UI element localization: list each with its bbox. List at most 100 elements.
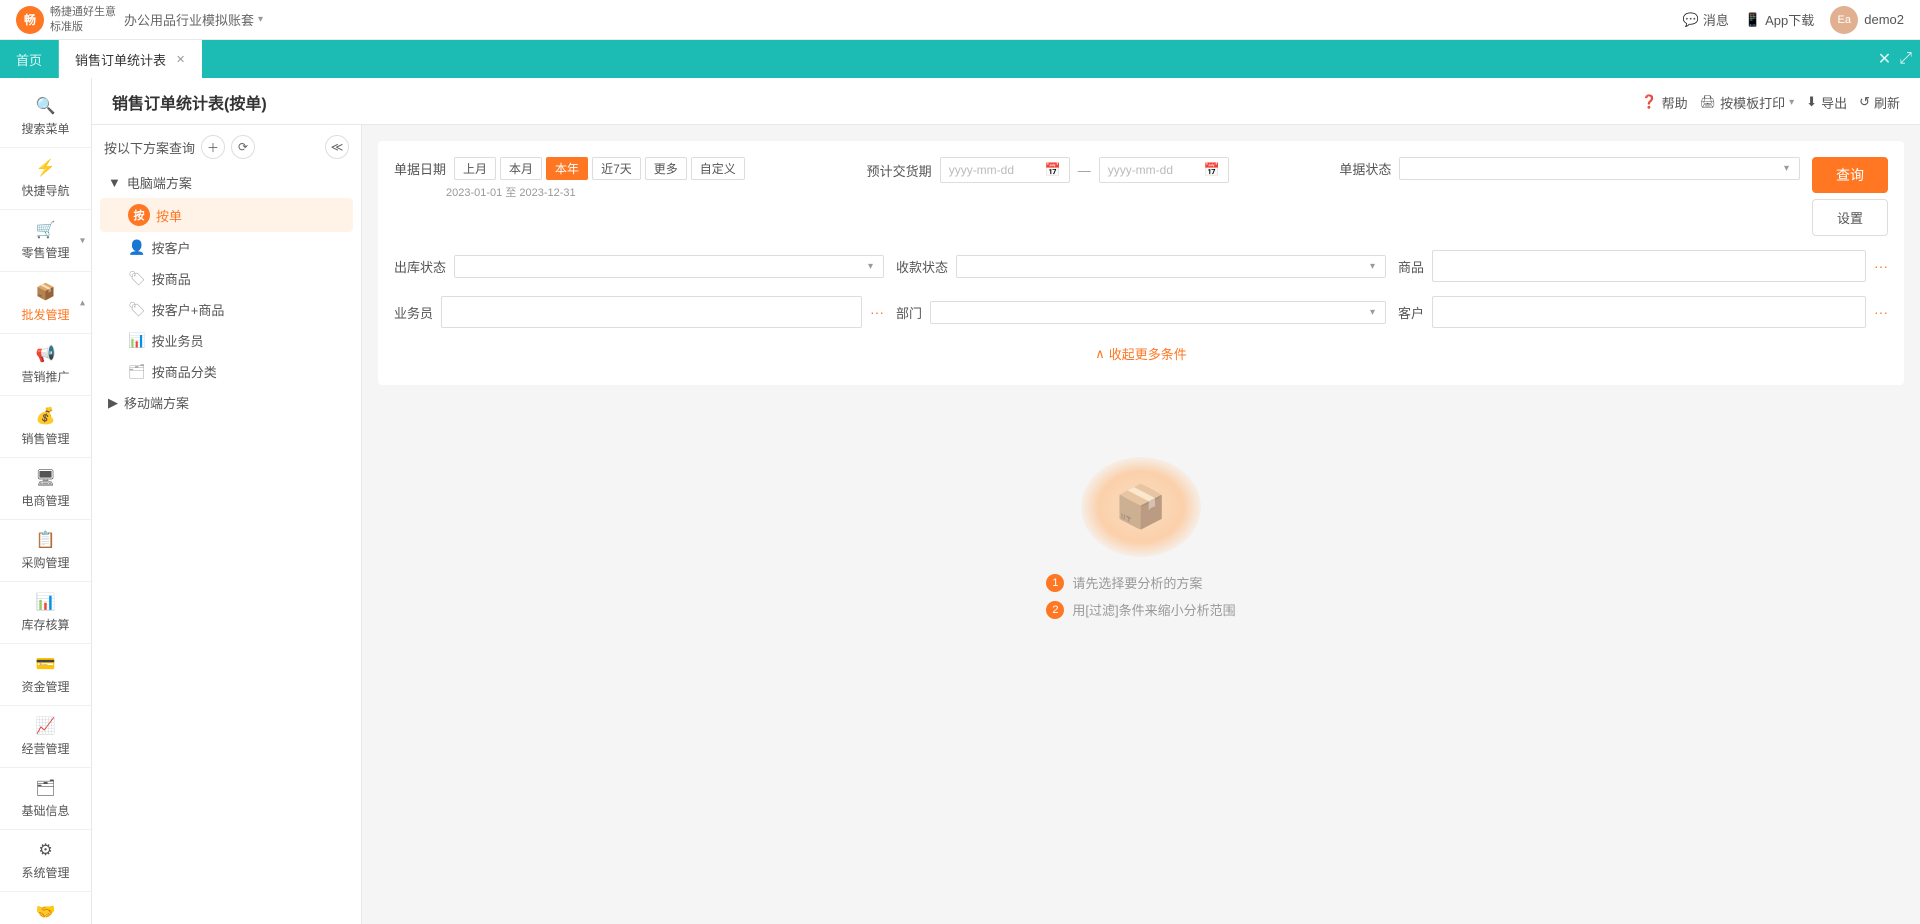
sales-icon: 💰 xyxy=(36,406,56,426)
sidebar-item-search[interactable]: 🔍 搜索菜单 xyxy=(0,86,91,148)
tree-child-by-customer-product[interactable]: 🏷 按客户+商品 xyxy=(100,294,353,325)
tab-close-all-icon[interactable]: ✕ xyxy=(1878,49,1891,69)
filter-row-3: 业务员 ··· 部门 ▾ 客户 xyxy=(394,296,1888,328)
tree-child-by-customer[interactable]: 👤 按客户 xyxy=(100,232,353,263)
product-input[interactable] xyxy=(1432,250,1866,282)
delivery-start-input[interactable]: yyyy-mm-dd 📅 xyxy=(940,157,1070,183)
logo-area: 畅 畅捷通好生意 标准版 xyxy=(16,5,116,34)
left-panel: 按以下方案查询 ＋ ⟳ ≪ ▼ 电脑端方案 按 按单 xyxy=(92,125,362,924)
delivery-end-input[interactable]: yyyy-mm-dd 📅 xyxy=(1099,157,1229,183)
right-panel: 单据日期 上月 本月 本年 近7天 更多 自定义 xyxy=(362,125,1920,924)
filter-group-product: 商品 ··· xyxy=(1398,250,1888,282)
tab-expand-icon[interactable]: ⤢ xyxy=(1899,50,1912,68)
date-range-dash: — xyxy=(1078,163,1091,178)
filter-row-1: 单据日期 上月 本月 本年 近7天 更多 自定义 xyxy=(394,157,1888,236)
product-label: 商品 xyxy=(1398,257,1424,276)
empty-illustration: 📦 xyxy=(1081,457,1201,557)
empty-illustration-wrapper: 📦 xyxy=(1081,457,1201,557)
page-title-row: 销售订单统计表(按单) ❓ 帮助 🖨 按模板打印 ▾ ⬇ 导出 xyxy=(112,90,1900,124)
filter-group-customer: 客户 ··· xyxy=(1398,296,1888,328)
sidebar-item-retail[interactable]: 🛒 零售管理 ▾ xyxy=(0,210,91,272)
tab-home[interactable]: 首页 xyxy=(0,40,59,78)
system-icon: ⚙ xyxy=(38,840,52,860)
sidebar-item-purchase[interactable]: 📋 采购管理 xyxy=(0,520,91,582)
tree-child-by-order[interactable]: 按 按单 xyxy=(100,198,353,232)
refresh-icon: ↺ xyxy=(1859,94,1870,110)
finance-icon: 💳 xyxy=(36,654,56,674)
more-btn[interactable]: 更多 xyxy=(645,157,687,180)
sidebar-item-inventory[interactable]: 📊 库存核算 xyxy=(0,582,91,644)
wholesale-expand-icon: ▴ xyxy=(80,297,85,308)
filter-row-2: 出库状态 ▾ 收款状态 ▾ xyxy=(394,250,1888,282)
collapse-row[interactable]: ∧ 收起更多条件 xyxy=(394,338,1888,369)
department-dropdown-icon: ▾ xyxy=(1370,307,1375,318)
this-year-btn[interactable]: 本年 xyxy=(546,157,588,180)
retail-expand-icon: ▾ xyxy=(80,235,85,246)
by-salesperson-icon: 📊 xyxy=(128,332,145,349)
outstock-select[interactable]: ▾ xyxy=(454,255,884,278)
customer-input[interactable] xyxy=(1432,296,1866,328)
refresh-scheme-btn[interactable]: ⟳ xyxy=(231,135,255,159)
refresh-btn[interactable]: ↺ 刷新 xyxy=(1859,93,1900,112)
sidebar-item-basic[interactable]: 🗂 基础信息 xyxy=(0,768,91,830)
sidebar-item-system[interactable]: ⚙ 系统管理 xyxy=(0,830,91,892)
tree-pc-section[interactable]: ▼ 电脑端方案 xyxy=(100,167,353,198)
this-month-btn[interactable]: 本月 xyxy=(500,157,542,180)
tree-child-by-product-category[interactable]: 🗂 按商品分类 xyxy=(100,356,353,387)
tab-sales-order-stat[interactable]: 销售订单统计表 ✕ xyxy=(59,40,202,78)
message-btn[interactable]: 💬 消息 xyxy=(1683,10,1729,29)
wholesale-icon: 📦 xyxy=(36,282,56,302)
print-btn[interactable]: 🖨 按模板打印 ▾ xyxy=(1700,93,1795,112)
sidebar-item-sales[interactable]: 💰 销售管理 xyxy=(0,396,91,458)
empty-tip-1: 1 请先选择要分析的方案 xyxy=(1046,573,1235,592)
page-actions: ❓ 帮助 🖨 按模板打印 ▾ ⬇ 导出 ↺ 刷新 xyxy=(1641,93,1900,112)
prev-month-btn[interactable]: 上月 xyxy=(454,157,496,180)
tab-close-icon[interactable]: ✕ xyxy=(176,53,185,66)
tree-section: ▼ 电脑端方案 按 按单 👤 按客户 🏷 按商品 xyxy=(92,167,361,418)
by-customer-product-icon: 🏷 xyxy=(128,301,146,318)
app-download-btn[interactable]: 📱 App下载 xyxy=(1745,10,1814,29)
print-icon: 🖨 xyxy=(1700,94,1717,110)
sidebar-item-operation[interactable]: 📈 经营管理 xyxy=(0,706,91,768)
user-area[interactable]: Ea demo2 xyxy=(1830,6,1904,34)
product-dots-btn[interactable]: ··· xyxy=(1874,258,1888,274)
collapse-panel-btn[interactable]: ≪ xyxy=(325,135,349,159)
help-btn[interactable]: ❓ 帮助 xyxy=(1641,93,1687,112)
status-select[interactable]: ▾ xyxy=(1399,157,1800,180)
customer-dots-btn[interactable]: ··· xyxy=(1874,304,1888,320)
sidebar-item-finance[interactable]: 💳 资金管理 xyxy=(0,644,91,706)
payment-dropdown-icon: ▾ xyxy=(1370,261,1375,272)
add-scheme-btn[interactable]: ＋ xyxy=(201,135,225,159)
salesperson-dots-btn[interactable]: ··· xyxy=(870,304,884,320)
tree-parent-arrow-icon: ▼ xyxy=(108,175,121,190)
department-select[interactable]: ▾ xyxy=(930,301,1386,324)
page-title: 销售订单统计表(按单) xyxy=(112,90,267,114)
filter-group-delivery: 预计交货期 yyyy-mm-dd 📅 — yyyy-mm-dd 📅 xyxy=(867,157,1328,183)
page-header: 销售订单统计表(按单) ❓ 帮助 🖨 按模板打印 ▾ ⬇ 导出 xyxy=(92,78,1920,125)
date-field: 单据日期 上月 本月 本年 近7天 更多 自定义 xyxy=(394,157,855,180)
outstock-label: 出库状态 xyxy=(394,257,446,276)
sidebar-item-quick-nav[interactable]: ⚡ 快捷导航 xyxy=(0,148,91,210)
content-area: 销售订单统计表(按单) ❓ 帮助 🖨 按模板打印 ▾ ⬇ 导出 xyxy=(92,78,1920,924)
sidebar-item-enterprise[interactable]: 🤝 企业协同 xyxy=(0,892,91,924)
retail-icon: 🛒 xyxy=(36,220,56,240)
tab-bar-actions: ✕ ⤢ xyxy=(1878,49,1920,69)
payment-select[interactable]: ▾ xyxy=(956,255,1386,278)
app-title[interactable]: 办公用品行业模拟账套 ▾ xyxy=(124,10,263,29)
tree-mobile-section[interactable]: ▶ 移动端方案 xyxy=(100,387,353,418)
content-body: 按以下方案查询 ＋ ⟳ ≪ ▼ 电脑端方案 按 按单 xyxy=(92,125,1920,924)
settings-button[interactable]: 设置 xyxy=(1812,199,1888,236)
sidebar-item-wholesale[interactable]: 📦 批发管理 ▴ xyxy=(0,272,91,334)
last7-btn[interactable]: 近7天 xyxy=(592,157,641,180)
enterprise-icon: 🤝 xyxy=(36,902,56,922)
tree-child-by-salesperson[interactable]: 📊 按业务员 xyxy=(100,325,353,356)
custom-btn[interactable]: 自定义 xyxy=(691,157,745,180)
tree-child-by-product[interactable]: 🏷 按商品 xyxy=(100,263,353,294)
outstock-dropdown-icon: ▾ xyxy=(868,261,873,272)
export-btn[interactable]: ⬇ 导出 xyxy=(1806,93,1847,112)
sidebar-item-ecommerce[interactable]: 🖥 电商管理 xyxy=(0,458,91,520)
salesperson-input[interactable] xyxy=(441,296,862,328)
filter-group-status: 单据状态 ▾ xyxy=(1339,157,1800,180)
sidebar-item-marketing[interactable]: 📢 营销推广 xyxy=(0,334,91,396)
query-button[interactable]: 查询 xyxy=(1812,157,1888,193)
